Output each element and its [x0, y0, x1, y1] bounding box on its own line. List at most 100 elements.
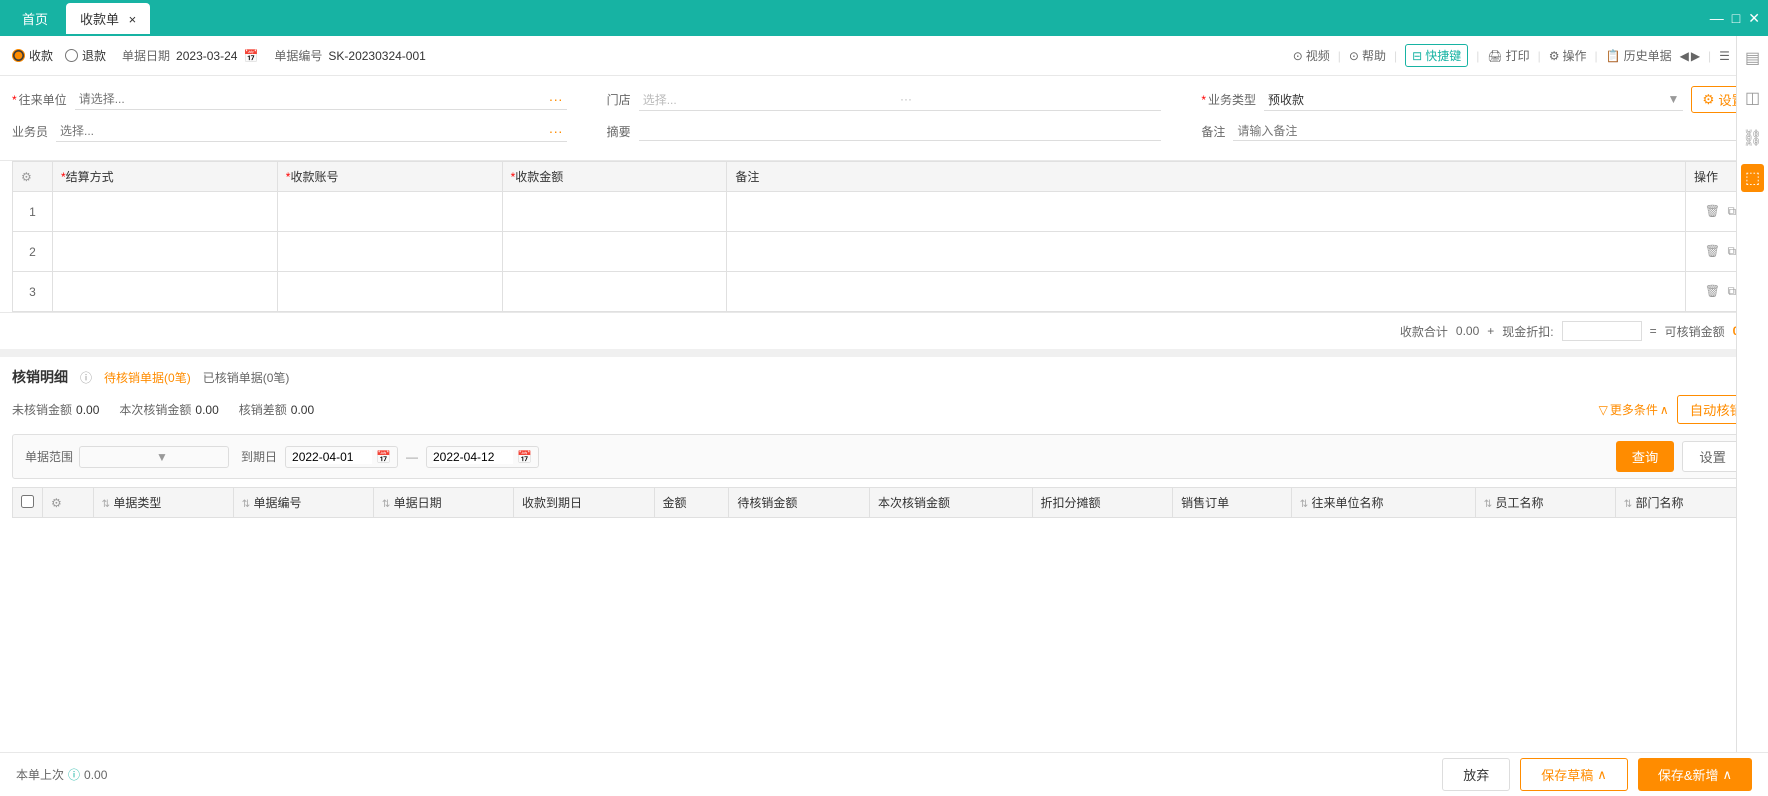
stat-unreconciled: 未核销金额 0.00: [12, 401, 99, 418]
col-amount: 金额: [654, 488, 729, 518]
stat-current: 本次核销金额 0.00: [119, 401, 218, 418]
table-row: 1 🗑 ⧉: [13, 192, 1756, 232]
reconcile-section: 核销明细 ⓘ 待核销单据(0笔) 已核销单据(0笔) 未核销金额 0.00 本次…: [0, 357, 1768, 528]
type-radio-group: 收款 退款: [12, 47, 106, 64]
query-button[interactable]: 查询: [1616, 441, 1675, 472]
filter-row: ▽ 更多条件 ∧ 自动核销: [1599, 395, 1756, 424]
counterpart-input-wrap: ···: [75, 89, 567, 110]
range-arrow-icon: ▼: [156, 450, 222, 464]
col-current-amount: 本次核销金额: [870, 488, 1033, 518]
salesperson-input[interactable]: [60, 124, 549, 138]
salesperson-field: 业务员 ···: [12, 121, 567, 142]
footer: 本单上次 ⓘ 0.00 放弃 保存草稿 ∧ 保存&新增 ∧: [0, 752, 1768, 796]
col-settlement: *结算方式: [53, 162, 278, 192]
store-more-btn[interactable]: ···: [900, 92, 1157, 106]
remarks-input-wrap: [1233, 122, 1756, 141]
row-copy-icon[interactable]: ⧉: [1728, 284, 1737, 298]
date-from-cal-icon[interactable]: 📅: [376, 450, 391, 464]
row-copy-icon[interactable]: ⧉: [1728, 204, 1737, 218]
section-divider: [0, 349, 1768, 357]
business-type-arrow[interactable]: ▼: [1668, 92, 1680, 106]
date-to-input[interactable]: [433, 450, 513, 464]
toolbar-actions: ⊙ 视频 | ⊙ 帮助 | ⊟ 快捷键 | 🖨 打印 | ⚙ 操作: [1293, 44, 1756, 67]
salesperson-input-wrap: ···: [56, 121, 567, 142]
business-type-field: 业务类型 预收款 ▼ ⚙ 设置: [1201, 86, 1756, 113]
col-department: ⇅ 部门名称: [1615, 488, 1755, 518]
row-delete-icon[interactable]: 🗑: [1705, 244, 1720, 258]
video-action[interactable]: ⊙ 视频: [1293, 47, 1330, 64]
date-from-wrap: 📅: [285, 446, 398, 468]
reconcile-info-icon[interactable]: ⓘ: [80, 369, 92, 386]
radio-shoukuan[interactable]: 收款: [12, 47, 53, 64]
more-conditions-btn[interactable]: ▽ 更多条件 ∧: [1599, 401, 1669, 418]
col-pending-amount: 待核销金额: [729, 488, 870, 518]
bottom-table-gear-icon[interactable]: ⚙: [51, 496, 62, 510]
date-to-cal-icon[interactable]: 📅: [517, 450, 532, 464]
filter-settings-button[interactable]: 设置: [1682, 441, 1743, 472]
window-close[interactable]: ✕: [1748, 10, 1760, 27]
remarks-field: 备注: [1201, 122, 1756, 141]
nav-prev[interactable]: ◀: [1680, 49, 1689, 63]
sidebar-link-icon[interactable]: ⛓: [1738, 124, 1766, 152]
sidebar-book-icon[interactable]: ◫: [1741, 84, 1764, 112]
date-from-input[interactable]: [292, 450, 372, 464]
form-row-1: 往来单位 ··· 门店 选择... ··· 业务类型 预: [12, 86, 1756, 113]
col-doc-type: ⇅ 单据类型: [93, 488, 233, 518]
abandon-button[interactable]: 放弃: [1442, 758, 1510, 791]
counterpart-more-btn[interactable]: ···: [549, 91, 563, 107]
table-gear-icon[interactable]: ⚙: [21, 170, 32, 184]
range-select[interactable]: ▼: [79, 446, 229, 468]
pending-tab[interactable]: 待核销单据(0笔): [104, 369, 191, 386]
reconcile-stats: 未核销金额 0.00 本次核销金额 0.00 核销差额 0.00 ▽ 更多条件 …: [12, 395, 1756, 424]
col-doc-number: ⇅ 单据编号: [233, 488, 373, 518]
counterpart-input[interactable]: [79, 92, 549, 106]
footer-left: 本单上次 ⓘ 0.00: [16, 766, 107, 783]
radio-tuikuan[interactable]: 退款: [65, 47, 106, 64]
discount-input[interactable]: [1562, 321, 1642, 341]
save-new-arrow-icon: ∧: [1722, 767, 1732, 783]
col-gear: ⚙: [13, 162, 53, 192]
main-table: ⚙ *结算方式 *收款账号 *收款金额 备注 操作: [12, 161, 1756, 312]
window-maximize[interactable]: □: [1732, 10, 1740, 26]
shortcut-action[interactable]: ⊟ 快捷键: [1405, 44, 1468, 67]
date-to-wrap: 📅: [426, 446, 539, 468]
remarks-input[interactable]: [1237, 124, 1752, 138]
col-counterpart: ⇅ 往来单位名称: [1291, 488, 1475, 518]
row-delete-icon[interactable]: 🗑: [1705, 284, 1720, 298]
tab-active[interactable]: 收款单 ×: [66, 3, 150, 34]
col-gear-bottom: ⚙: [43, 488, 94, 518]
ops-action[interactable]: ⚙ 操作: [1549, 47, 1587, 64]
due-date-filter: 到期日 📅 — 📅: [241, 446, 539, 468]
save-new-button[interactable]: 保存&新增 ∧: [1638, 758, 1752, 791]
sidebar-form-icon[interactable]: ⬚: [1741, 164, 1764, 192]
table-section: ⚙ *结算方式 *收款账号 *收款金额 备注 操作: [0, 161, 1768, 312]
col-due-date: 收款到期日: [513, 488, 654, 518]
help-action[interactable]: ⊙ 帮助: [1349, 47, 1386, 64]
store-select[interactable]: 选择... ···: [639, 89, 1162, 111]
row-delete-icon[interactable]: 🗑: [1705, 204, 1720, 218]
sidebar-table-icon[interactable]: ▤: [1741, 44, 1764, 72]
tab-home[interactable]: 首页: [8, 3, 62, 34]
form-row-2: 业务员 ··· 摘要 备注: [12, 121, 1756, 142]
toolbar: 收款 退款 单据日期 2023-03-24 📅 单据编号 SK-20230324…: [0, 36, 1768, 76]
history-action[interactable]: 📋 历史单据: [1606, 47, 1672, 64]
number-field: 单据编号 SK-20230324-001: [274, 47, 425, 64]
print-action[interactable]: 🖨 打印: [1487, 47, 1529, 64]
salesperson-more-btn[interactable]: ···: [549, 123, 563, 139]
completed-tab[interactable]: 已核销单据(0笔): [203, 369, 290, 386]
tab-close-icon[interactable]: ×: [129, 12, 137, 27]
summary-input[interactable]: [643, 124, 1158, 138]
row-copy-icon[interactable]: ⧉: [1728, 244, 1737, 258]
save-draft-button[interactable]: 保存草稿 ∧: [1520, 758, 1628, 791]
col-account: *收款账号: [277, 162, 502, 192]
calendar-icon[interactable]: 📅: [243, 49, 258, 63]
window-minimize[interactable]: —: [1710, 10, 1724, 26]
nav-next[interactable]: ▶: [1691, 49, 1700, 63]
right-sidebar: ▤ ◫ ⛓ ⬚: [1736, 36, 1768, 752]
col-discount: 折扣分摊额: [1032, 488, 1173, 518]
footer-info-icon[interactable]: ⓘ: [68, 766, 80, 783]
form-section: 往来单位 ··· 门店 选择... ··· 业务类型 预: [0, 76, 1768, 161]
layout-icon[interactable]: ☰: [1719, 49, 1730, 63]
store-field: 门店 选择... ···: [607, 89, 1162, 111]
select-all-checkbox[interactable]: [21, 495, 34, 508]
